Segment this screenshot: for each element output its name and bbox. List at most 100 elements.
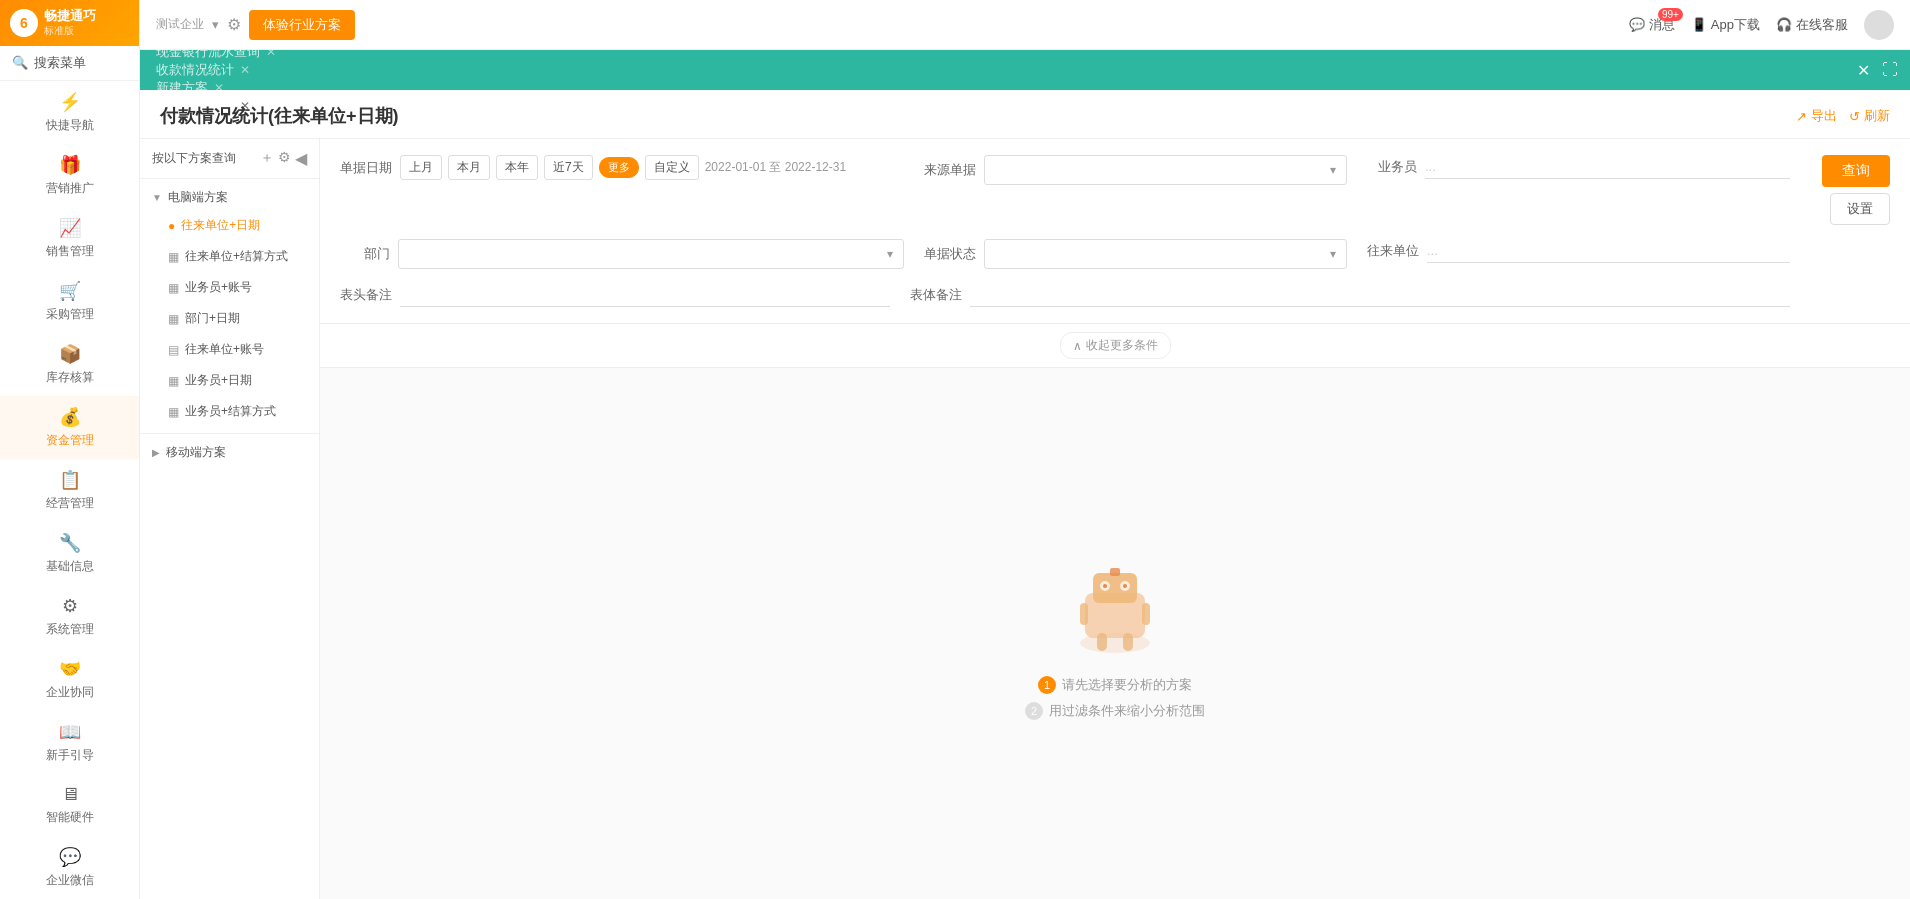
last-7-days-btn[interactable]: 近7天 [544,155,593,180]
app-icon: 📱 [1691,17,1707,32]
search-icon: 🔍 [12,55,28,70]
sidebar-item-system[interactable]: ⚙系统管理 [0,585,139,648]
date-range-display: 2022-01-01 至 2022-12-31 [705,159,846,176]
mobile-arrow-icon: ▶ [152,447,160,458]
date-field: 单据日期 上月 本月 本年 近7天 更多 自定义 2022-01-01 至 20… [340,155,904,180]
header-note-input[interactable] [400,283,890,307]
basic-icon: 🔧 [59,532,81,554]
search-menu[interactable]: 🔍 搜索菜单 [0,46,139,81]
app-download-btn[interactable]: 📱 App下载 [1691,16,1760,34]
dept-select[interactable]: ▾ [398,239,904,269]
maximize-btn[interactable]: ⛶ [1878,57,1902,83]
empty-state: 1 请先选择要分析的方案 2 用过滤条件来缩小分析范围 [320,368,1910,899]
user-avatar[interactable] [1864,10,1894,40]
tab-bank-flow[interactable]: 现金银行流水查询✕ [140,43,292,61]
body-note-input[interactable] [970,283,1790,307]
scheme-settings-icon[interactable]: ⚙ [278,149,291,168]
this-month-btn[interactable]: 本月 [448,155,490,180]
online-service-btn[interactable]: 🎧 在线客服 [1776,16,1848,34]
source-doc-field: 来源单据 ▾ [924,155,1347,185]
scheme-item-unit-date[interactable]: ●往来单位+日期 [140,210,319,241]
body-note-field: 表体备注 [910,283,1790,307]
message-icon: 💬 [1629,17,1645,32]
filter-settings-btn[interactable]: 设置 [1830,193,1890,225]
body-note-label: 表体备注 [910,286,962,304]
doc-status-select[interactable]: ▾ [984,239,1347,269]
tab-receipt-stats[interactable]: 收款情况统计 ✕ [140,61,292,79]
dept-field: 部门 ▾ [340,239,904,269]
tab-label-receipt-stats: 收款情况统计 [156,61,234,79]
sidebar-item-purchase[interactable]: 🛒采购管理 [0,270,139,333]
scheme-collapse-btn[interactable]: ◀ [295,149,307,168]
page-header: 付款情况统计(往来单位+日期) ↗ 导出 ↺ 刷新 [140,90,1910,139]
tab-close-new-scheme[interactable]: ✕ [214,81,224,95]
scheme-item-unit-account[interactable]: ▤往来单位+账号 [140,334,319,365]
related-unit-input[interactable] [1427,239,1790,263]
close-all-tabs-btn[interactable]: ✕ [1853,57,1874,84]
desktop-section-toggle[interactable]: ▼ 电脑端方案 [140,185,319,210]
source-select[interactable]: ▾ [984,155,1347,185]
header-note-label: 表头备注 [340,286,392,304]
sales-icon: 📈 [59,217,81,239]
filter-area: 单据日期 上月 本月 本年 近7天 更多 自定义 2022-01-01 至 20… [320,139,1910,899]
export-btn[interactable]: ↗ 导出 [1796,107,1837,125]
messages-btn[interactable]: 💬 消息 99+ [1629,16,1675,34]
sidebar-item-wechat[interactable]: 💬企业微信 [0,836,139,899]
service-icon: 🎧 [1776,17,1792,32]
tabbar: 首页现金银行流水查询✕收款情况统计✕新建方案✕付款情况统计✕ ✕ ⛶ [140,50,1910,90]
svg-rect-8 [1080,603,1088,625]
collapse-bar: ∧ 收起更多条件 [320,324,1910,368]
staff-date-icon: ▦ [168,374,179,388]
sidebar-item-quick-nav[interactable]: ⚡快捷导航 [0,81,139,144]
main-area: 测试企业 ▾ ⚙ 体验行业方案 💬 消息 99+ 📱 App下载 🎧 在线客服 … [140,0,1910,899]
wechat-label: 企业微信 [46,872,94,889]
unit-account-label: 往来单位+账号 [185,341,264,358]
refresh-btn[interactable]: ↺ 刷新 [1849,107,1890,125]
mobile-section-toggle[interactable]: ▶ 移动端方案 [140,440,319,465]
custom-date-btn[interactable]: 自定义 [645,155,699,180]
sidebar-item-hardware[interactable]: 🖥智能硬件 [0,774,139,836]
svg-rect-9 [1142,603,1150,625]
tab-close-bank-flow[interactable]: ✕ [266,45,276,59]
sidebar-item-guide[interactable]: 📖新手引导 [0,711,139,774]
desktop-scheme-items: ●往来单位+日期▦往来单位+结算方式▦业务员+账号▦部门+日期▤往来单位+账号▦… [140,210,319,427]
sidebar-item-marketing[interactable]: 🎁营销推广 [0,144,139,207]
tab-close-receipt-stats[interactable]: ✕ [240,63,250,77]
page: 付款情况统计(往来单位+日期) ↗ 导出 ↺ 刷新 按以下方案查询 ＋ [140,90,1910,899]
sidebar-item-enterprise[interactable]: 🤝企业协同 [0,648,139,711]
query-btn[interactable]: 查询 [1822,155,1890,187]
related-unit-field: 往来单位 [1367,239,1790,263]
scheme-item-dept-date[interactable]: ▦部门+日期 [140,303,319,334]
capital-icon: 💰 [59,406,81,428]
empty-robot-illustration [1055,548,1175,668]
scheme-item-staff-settlement[interactable]: ▦业务员+结算方式 [140,396,319,427]
scheme-item-staff-account[interactable]: ▦业务员+账号 [140,272,319,303]
tab-home[interactable]: 首页 [140,25,292,43]
date-buttons: 上月 本月 本年 近7天 更多 自定义 2022-01-01 至 2022-12… [400,155,846,180]
staff-input[interactable] [1425,155,1790,179]
basic-label: 基础信息 [46,558,94,575]
sidebar-item-sales[interactable]: 📈销售管理 [0,207,139,270]
desktop-arrow-icon: ▼ [152,192,162,203]
add-scheme-btn[interactable]: ＋ [260,149,274,168]
scheme-panel-header: 按以下方案查询 ＋ ⚙ ◀ [140,139,319,179]
tab-close-payment-stats[interactable]: ✕ [240,99,250,113]
sidebar-item-business[interactable]: 📋经营管理 [0,459,139,522]
empty-tip-2: 2 用过滤条件来缩小分析范围 [1025,702,1205,720]
collapse-conditions-btn[interactable]: ∧ 收起更多条件 [1060,332,1171,359]
filter-actions: 查询 设置 [1810,155,1890,225]
header-note-field: 表头备注 [340,283,890,307]
tip-num-1: 1 [1038,676,1056,694]
this-year-btn[interactable]: 本年 [496,155,538,180]
sidebar-item-basic[interactable]: 🔧 基础信息 [0,522,139,585]
page-title: 付款情况统计(往来单位+日期) [160,104,399,128]
scheme-item-staff-date[interactable]: ▦业务员+日期 [140,365,319,396]
unit-settlement-label: 往来单位+结算方式 [185,248,288,265]
svg-rect-10 [1097,633,1107,651]
scheme-item-unit-settlement[interactable]: ▦往来单位+结算方式 [140,241,319,272]
sidebar-item-capital[interactable]: 💰资金管理 [0,396,139,459]
more-date-btn[interactable]: 更多 [599,157,639,178]
sidebar-item-inventory[interactable]: 📦库存核算 [0,333,139,396]
staff-account-label: 业务员+账号 [185,279,252,296]
last-month-btn[interactable]: 上月 [400,155,442,180]
